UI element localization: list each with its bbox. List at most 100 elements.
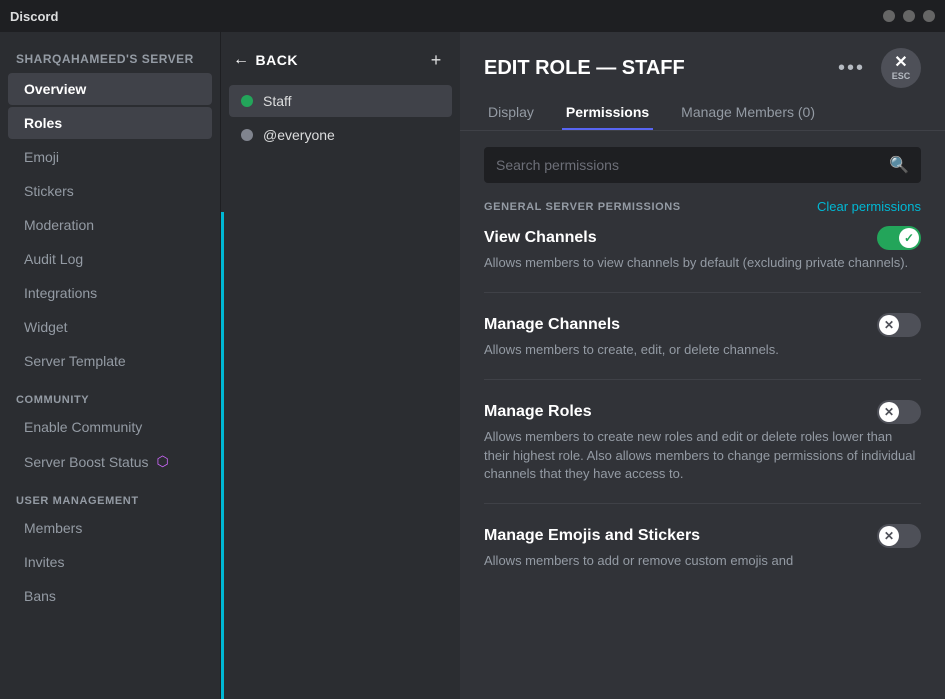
edit-role-header: EDIT ROLE — STAFF ••• ✕ ESC xyxy=(460,32,945,88)
permission-name: Manage Emojis and Stickers xyxy=(484,527,700,545)
sidebar-item-widget[interactable]: Widget xyxy=(8,311,212,343)
close-icon: ✕ xyxy=(894,55,907,71)
toggle-knob: ✕ xyxy=(879,402,899,422)
edit-role-title: EDIT ROLE — STAFF xyxy=(484,57,685,80)
role-item-staff[interactable]: Staff xyxy=(229,85,452,117)
permission-desc: Allows members to add or remove custom e… xyxy=(484,553,793,568)
sidebar: SHARQAHAMEED'S SERVER Overview Roles Emo… xyxy=(0,32,220,699)
manage-roles-toggle[interactable]: ✕ xyxy=(877,400,921,424)
sidebar-item-label: Invites xyxy=(24,554,64,570)
sidebar-item-enable-community[interactable]: Enable Community xyxy=(8,411,212,443)
sidebar-item-label: Audit Log xyxy=(24,251,83,267)
sidebar-item-label: Stickers xyxy=(24,183,74,199)
toggle-knob: ✕ xyxy=(879,315,899,335)
middle-panel-header: ← BACK + xyxy=(221,48,460,84)
sidebar-item-roles[interactable]: Roles xyxy=(8,107,212,139)
boost-icon: ⬡ xyxy=(157,453,169,470)
permission-row: View Channels ✓ xyxy=(484,226,921,250)
middle-panel: ← BACK + Staff @everyone xyxy=(220,32,460,699)
sidebar-item-audit-log[interactable]: Audit Log xyxy=(8,243,212,275)
sidebar-item-moderation[interactable]: Moderation xyxy=(8,209,212,241)
permission-desc: Allows members to create, edit, or delet… xyxy=(484,342,779,357)
clear-permissions-button[interactable]: Clear permissions xyxy=(817,199,921,214)
main-content: EDIT ROLE — STAFF ••• ✕ ESC Display Perm… xyxy=(460,32,945,699)
sidebar-item-label: Server Template xyxy=(24,353,126,369)
esc-button[interactable]: ✕ ESC xyxy=(881,48,921,88)
sidebar-item-label: Server Boost Status xyxy=(24,454,149,470)
toggle-knob: ✕ xyxy=(879,526,899,546)
add-role-button[interactable]: + xyxy=(424,48,448,72)
tab-display[interactable]: Display xyxy=(484,96,538,130)
sidebar-item-label: Moderation xyxy=(24,217,94,233)
permission-name: Manage Channels xyxy=(484,316,620,334)
sidebar-item-emoji[interactable]: Emoji xyxy=(8,141,212,173)
toggle-knob: ✓ xyxy=(899,228,919,248)
header-right: ••• ✕ ESC xyxy=(838,48,921,88)
sidebar-item-server-boost[interactable]: Server Boost Status ⬡ xyxy=(8,445,212,478)
permission-name: Manage Roles xyxy=(484,403,592,421)
tabs: Display Permissions Manage Members (0) xyxy=(460,88,945,131)
search-icon: 🔍 xyxy=(889,155,909,175)
sidebar-item-integrations[interactable]: Integrations xyxy=(8,277,212,309)
server-name: SHARQAHAMEED'S SERVER xyxy=(0,44,220,72)
sidebar-item-bans[interactable]: Bans xyxy=(8,580,212,612)
role-dot-gray xyxy=(241,129,253,141)
maximize-button[interactable] xyxy=(903,10,915,22)
permissions-content: 🔍 GENERAL SERVER PERMISSIONS Clear permi… xyxy=(460,131,945,699)
back-button[interactable]: ← BACK xyxy=(233,51,298,69)
cyan-accent-line xyxy=(221,212,224,699)
minimize-button[interactable] xyxy=(883,10,895,22)
permission-row: Manage Emojis and Stickers ✕ xyxy=(484,524,921,548)
permission-row: Manage Roles ✕ xyxy=(484,400,921,424)
sidebar-item-label: Overview xyxy=(24,81,86,97)
permission-row: Manage Channels ✕ xyxy=(484,313,921,337)
section-title: GENERAL SERVER PERMISSIONS xyxy=(484,201,681,213)
app-title: Discord xyxy=(10,9,58,24)
sidebar-item-label: Integrations xyxy=(24,285,97,301)
x-icon: ✕ xyxy=(884,529,894,543)
sidebar-item-invites[interactable]: Invites xyxy=(8,546,212,578)
user-management-section-header: USER MANAGEMENT xyxy=(0,479,220,511)
sidebar-item-label: Bans xyxy=(24,588,56,604)
tab-permissions[interactable]: Permissions xyxy=(562,96,653,130)
manage-channels-toggle[interactable]: ✕ xyxy=(877,313,921,337)
x-icon: ✕ xyxy=(884,318,894,332)
permission-desc: Allows members to view channels by defau… xyxy=(484,255,908,270)
x-icon: ✕ xyxy=(884,405,894,419)
view-channels-toggle[interactable]: ✓ xyxy=(877,226,921,250)
search-input[interactable] xyxy=(496,157,889,173)
permission-name: View Channels xyxy=(484,229,597,247)
role-label: Staff xyxy=(263,93,292,109)
role-item-everyone[interactable]: @everyone xyxy=(229,119,452,151)
sidebar-item-label: Emoji xyxy=(24,149,59,165)
tab-manage-members[interactable]: Manage Members (0) xyxy=(677,96,819,130)
general-permissions-section-header: GENERAL SERVER PERMISSIONS Clear permiss… xyxy=(484,199,921,214)
sidebar-item-members[interactable]: Members xyxy=(8,512,212,544)
sidebar-item-label: Roles xyxy=(24,115,62,131)
sidebar-item-label: Members xyxy=(24,520,82,536)
permission-desc: Allows members to create new roles and e… xyxy=(484,429,915,480)
window-controls xyxy=(883,10,935,22)
permission-view-channels: View Channels ✓ Allows members to view c… xyxy=(484,226,921,293)
esc-label: ESC xyxy=(892,71,911,81)
role-dot-green xyxy=(241,95,253,107)
sidebar-item-stickers[interactable]: Stickers xyxy=(8,175,212,207)
role-label: @everyone xyxy=(263,127,335,143)
sidebar-item-server-template[interactable]: Server Template xyxy=(8,345,212,377)
back-label: BACK xyxy=(256,52,298,68)
check-icon: ✓ xyxy=(904,231,914,245)
app-container: SHARQAHAMEED'S SERVER Overview Roles Emo… xyxy=(0,32,945,699)
sidebar-item-label: Enable Community xyxy=(24,419,142,435)
permission-manage-roles: Manage Roles ✕ Allows members to create … xyxy=(484,400,921,504)
title-bar: Discord xyxy=(0,0,945,32)
permission-manage-channels: Manage Channels ✕ Allows members to crea… xyxy=(484,313,921,380)
community-section-header: COMMUNITY xyxy=(0,378,220,410)
search-bar[interactable]: 🔍 xyxy=(484,147,921,183)
close-window-button[interactable] xyxy=(923,10,935,22)
more-options-button[interactable]: ••• xyxy=(838,57,865,80)
back-icon: ← xyxy=(233,51,250,69)
manage-emojis-toggle[interactable]: ✕ xyxy=(877,524,921,548)
sidebar-item-label: Widget xyxy=(24,319,68,335)
sidebar-item-overview[interactable]: Overview xyxy=(8,73,212,105)
permission-manage-emojis: Manage Emojis and Stickers ✕ Allows memb… xyxy=(484,524,921,590)
